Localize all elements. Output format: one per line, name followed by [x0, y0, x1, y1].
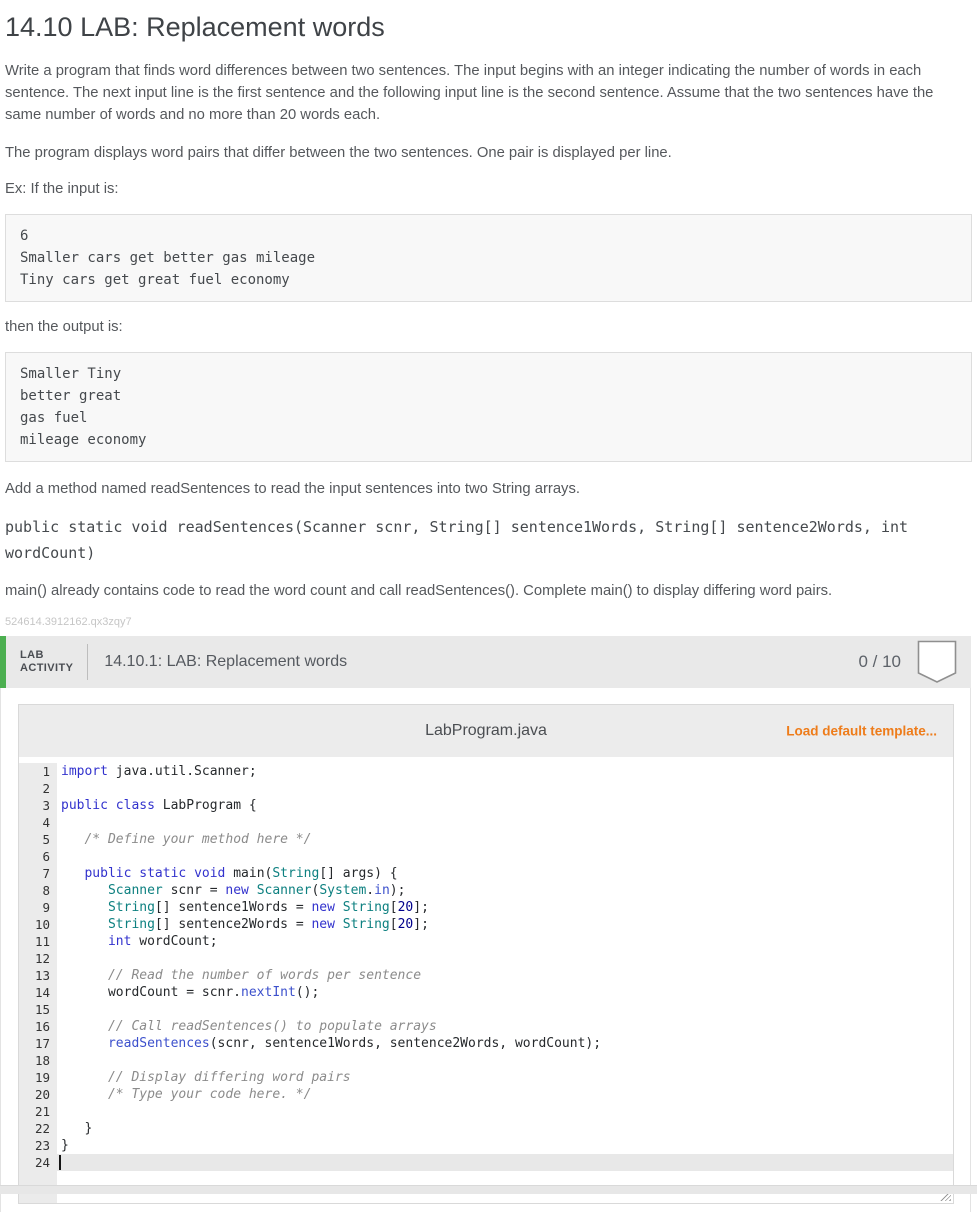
- line-number: 8: [19, 882, 57, 899]
- code-line: 8 Scanner scnr = new Scanner(System.in);: [19, 882, 953, 899]
- code-line: 15: [19, 1001, 953, 1018]
- text-cursor: [59, 1155, 61, 1170]
- line-content: /* Type your code here. */: [107, 1087, 312, 1102]
- line-content: Scanner scnr = new Scanner(System.in);: [107, 883, 406, 898]
- line-number: 6: [19, 848, 57, 865]
- line-number: 17: [19, 1035, 57, 1052]
- code-line: 5 /* Define your method here */: [19, 831, 953, 848]
- code-editor-card: LabProgram.java Load default template...…: [18, 704, 954, 1204]
- line-content: wordCount = scnr.nextInt();: [61, 985, 320, 1000]
- line-number: 10: [19, 916, 57, 933]
- code-line: 14 wordCount = scnr.nextInt();: [19, 984, 953, 1001]
- line-content: [57, 1052, 953, 1069]
- code-line: 9 String[] sentence1Words = new String[2…: [19, 899, 953, 916]
- example-input-label: Ex: If the input is:: [5, 181, 119, 197]
- line-content: String[] sentence2Words = new String[20]…: [107, 917, 429, 932]
- line-content: // Display differing word pairs: [107, 1070, 351, 1085]
- code-line: 20 /* Type your code here. */: [19, 1086, 953, 1103]
- method-note: Add a method named readSentences to read…: [5, 481, 580, 497]
- score-text: 0 / 10: [858, 652, 901, 671]
- line-number: 7: [19, 865, 57, 882]
- line-number: 15: [19, 1001, 57, 1018]
- line-content: [57, 814, 953, 831]
- line-number: 18: [19, 1052, 57, 1069]
- line-number: 14: [19, 984, 57, 1001]
- code-line: 19 // Display differing word pairs: [19, 1069, 953, 1086]
- line-content: public static void main(String[] args) {: [84, 866, 398, 881]
- code-line: 24: [19, 1154, 953, 1171]
- line-content: [57, 950, 953, 967]
- line-content: public class LabProgram {: [61, 798, 257, 813]
- code-line: 21: [19, 1103, 953, 1120]
- line-number: 1: [19, 763, 57, 780]
- code-line: 13 // Read the number of words per sente…: [19, 967, 953, 984]
- editor-filename: LabProgram.java: [425, 722, 547, 739]
- line-number: 4: [19, 814, 57, 831]
- activity-title: 14.10.1: LAB: Replacement words: [104, 653, 348, 670]
- code-line: 23}: [19, 1137, 953, 1154]
- editor-code-area[interactable]: 1 import java.util.Scanner; 2 3 public class…: [19, 757, 953, 1203]
- code-line: 17 readSentences(scnr, sentence1Words, s…: [19, 1035, 953, 1052]
- line-content: [57, 1154, 953, 1171]
- code-line: 10 String[] sentence2Words = new String[…: [19, 916, 953, 933]
- line-content: }: [61, 1121, 93, 1136]
- code-line: 18: [19, 1052, 953, 1069]
- editor-header: LabProgram.java Load default template...: [19, 705, 953, 757]
- example-output-block: Smaller Tiny better great gas fuel milea…: [5, 352, 972, 462]
- header-divider: [87, 644, 89, 680]
- example-output-label: then the output is:: [5, 319, 123, 335]
- line-content: readSentences(scnr, sentence1Words, sent…: [107, 1036, 602, 1051]
- line-number: 11: [19, 933, 57, 950]
- line-content: [57, 1001, 953, 1018]
- next-section-edge: [0, 1185, 977, 1194]
- main-note: main() already contains code to read the…: [5, 583, 833, 599]
- code-line: 6: [19, 848, 953, 865]
- code-line: 16 // Call readSentences() to populate a…: [19, 1018, 953, 1035]
- example-input-block: 6 Smaller cars get better gas mileage Ti…: [5, 214, 972, 302]
- code-line: 3 public class LabProgram {: [19, 797, 953, 814]
- code-line: 4: [19, 814, 953, 831]
- activity-panel-body: LabProgram.java Load default template...…: [0, 688, 971, 1212]
- lab-activity-badge: LAB ACTIVITY: [20, 649, 74, 674]
- line-content: }: [61, 1138, 69, 1153]
- line-number: 9: [19, 899, 57, 916]
- line-number: 12: [19, 950, 57, 967]
- method-signature: public static void readSentences(Scanner…: [5, 518, 909, 562]
- lab-activity-panel: LAB ACTIVITY 14.10.1: LAB: Replacement w…: [0, 636, 971, 1212]
- line-number: 22: [19, 1120, 57, 1137]
- lab-activity-header: LAB ACTIVITY 14.10.1: LAB: Replacement w…: [0, 636, 971, 688]
- line-number: 16: [19, 1018, 57, 1035]
- completion-flag-icon: [917, 640, 957, 683]
- behavior-paragraph: The program displays word pairs that dif…: [5, 145, 672, 161]
- code-line: 12: [19, 950, 953, 967]
- intro-paragraph: Write a program that finds word differen…: [5, 63, 934, 123]
- line-number: 2: [19, 780, 57, 797]
- line-number: 23: [19, 1137, 57, 1154]
- load-default-template-link[interactable]: Load default template...: [786, 724, 937, 739]
- code-line: 7 public static void main(String[] args)…: [19, 865, 953, 882]
- page-title: 14.10 LAB: Replacement words: [5, 12, 385, 42]
- line-content: int wordCount;: [107, 934, 218, 949]
- code-line: 1 import java.util.Scanner;: [19, 763, 953, 780]
- line-content: String[] sentence1Words = new String[20]…: [107, 900, 429, 915]
- problem-statement: 14.10 LAB: Replacement words Write a pro…: [0, 0, 977, 628]
- line-number: 21: [19, 1103, 57, 1120]
- line-number: 19: [19, 1069, 57, 1086]
- line-content: [57, 848, 953, 865]
- line-content: // Call readSentences() to populate arra…: [107, 1019, 437, 1034]
- line-number: 5: [19, 831, 57, 848]
- line-content: [57, 1103, 953, 1120]
- line-number: 24: [19, 1154, 57, 1171]
- code-line: 2: [19, 780, 953, 797]
- content-watermark: 524614.3912162.qx3zqy7: [5, 616, 132, 628]
- line-number: 13: [19, 967, 57, 984]
- code-line: 11 int wordCount;: [19, 933, 953, 950]
- line-content: import java.util.Scanner;: [61, 764, 257, 779]
- code-line: 22 }: [19, 1120, 953, 1137]
- line-content: /* Define your method here */: [84, 832, 312, 847]
- line-number: 20: [19, 1086, 57, 1103]
- line-content: // Read the number of words per sentence: [107, 968, 422, 983]
- line-number: 3: [19, 797, 57, 814]
- line-content: [57, 780, 953, 797]
